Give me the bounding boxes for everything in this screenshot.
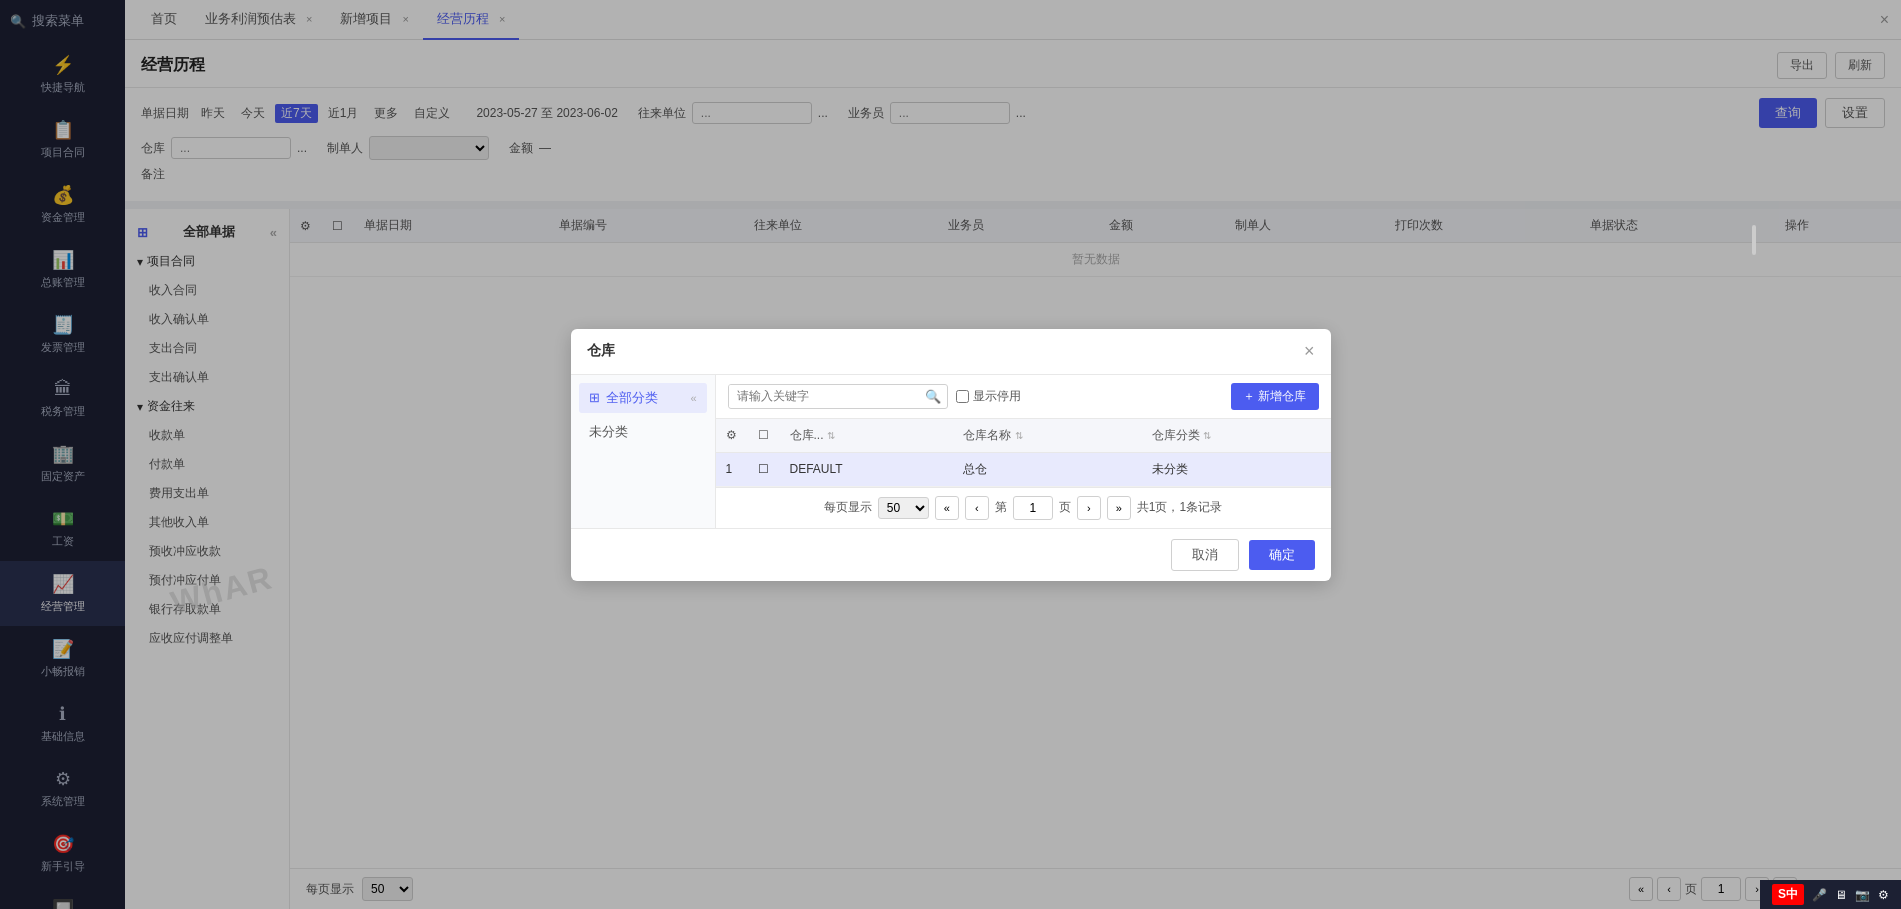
row-category: 未分类 bbox=[1142, 452, 1331, 486]
sort-category-icon[interactable]: ⇅ bbox=[1203, 430, 1211, 441]
category-all[interactable]: ⊞ 全部分类 « bbox=[579, 383, 707, 413]
modal-right-panel: 🔍 显示停用 ＋ 新增仓库 ⚙ ☐ bbox=[716, 375, 1331, 528]
category-all-icon: ⊞ bbox=[589, 390, 600, 405]
modal-footer: 取消 确定 bbox=[571, 528, 1331, 581]
gear-icon-status[interactable]: ⚙ bbox=[1878, 888, 1889, 902]
search-input[interactable] bbox=[729, 385, 919, 407]
modal-col-check[interactable]: ☐ bbox=[748, 419, 780, 453]
modal-page-suffix: 页 bbox=[1059, 499, 1071, 516]
modal-page-label: 第 bbox=[995, 499, 1007, 516]
modal-pagination: 每页显示 50 100 « ‹ 第 页 › » 共1页，1条记录 bbox=[716, 487, 1331, 528]
mic-icon[interactable]: 🎤 bbox=[1812, 888, 1827, 902]
modal-total: 共1页，1条记录 bbox=[1137, 499, 1222, 516]
search-box: 🔍 bbox=[728, 384, 948, 409]
modal-col-name: 仓库名称 ⇅ bbox=[953, 419, 1142, 453]
show-disabled-checkbox[interactable] bbox=[956, 390, 969, 403]
show-disabled-label[interactable]: 显示停用 bbox=[956, 388, 1021, 405]
modal-col-category: 仓库分类 ⇅ bbox=[1142, 419, 1331, 453]
row-code: DEFAULT bbox=[780, 452, 954, 486]
row-name: 总仓 bbox=[953, 452, 1142, 486]
search-icon[interactable]: 🔍 bbox=[919, 385, 947, 408]
collapse-left-icon[interactable]: « bbox=[690, 392, 696, 404]
add-warehouse-button[interactable]: ＋ 新增仓库 bbox=[1231, 383, 1318, 410]
category-all-label: 全部分类 bbox=[606, 389, 658, 407]
row-num: 1 bbox=[716, 452, 748, 486]
status-logo: S中 bbox=[1772, 884, 1804, 905]
sort-name-icon[interactable]: ⇅ bbox=[1015, 430, 1023, 441]
modal-last-page[interactable]: » bbox=[1107, 496, 1131, 520]
warehouse-modal: 仓库 × ⊞ 全部分类 « 未分类 bbox=[571, 329, 1331, 581]
status-bar: S中 🎤 🖥 📷 ⚙ bbox=[1760, 880, 1901, 909]
warehouse-table-row[interactable]: 1 ☐ DEFAULT 总仓 未分类 bbox=[716, 452, 1331, 486]
modal-toolbar: 🔍 显示停用 ＋ 新增仓库 bbox=[716, 375, 1331, 419]
modal-prev-page[interactable]: ‹ bbox=[965, 496, 989, 520]
modal-col-settings[interactable]: ⚙ bbox=[716, 419, 748, 453]
modal-category-panel: ⊞ 全部分类 « 未分类 bbox=[571, 375, 716, 528]
modal-table: ⚙ ☐ 仓库... ⇅ 仓库名称 ⇅ bbox=[716, 419, 1331, 487]
modal-overlay: 仓库 × ⊞ 全部分类 « 未分类 bbox=[0, 0, 1901, 909]
modal-per-page-select[interactable]: 50 100 bbox=[878, 497, 929, 519]
camera-icon[interactable]: 📷 bbox=[1855, 888, 1870, 902]
modal-title: 仓库 bbox=[587, 342, 615, 360]
modal-page-input[interactable] bbox=[1013, 496, 1053, 520]
cancel-button[interactable]: 取消 bbox=[1171, 539, 1239, 571]
modal-col-code: 仓库... ⇅ bbox=[780, 419, 954, 453]
category-uncategorized[interactable]: 未分类 bbox=[579, 417, 707, 447]
confirm-button[interactable]: 确定 bbox=[1249, 540, 1315, 570]
modal-body: ⊞ 全部分类 « 未分类 🔍 bbox=[571, 375, 1331, 528]
modal-first-page[interactable]: « bbox=[935, 496, 959, 520]
screen-icon[interactable]: 🖥 bbox=[1835, 888, 1847, 902]
modal-next-page[interactable]: › bbox=[1077, 496, 1101, 520]
warehouse-table: ⚙ ☐ 仓库... ⇅ 仓库名称 ⇅ bbox=[716, 419, 1331, 487]
sort-code-icon[interactable]: ⇅ bbox=[827, 430, 835, 441]
category-uncategorized-label: 未分类 bbox=[589, 424, 628, 439]
show-disabled-text: 显示停用 bbox=[973, 388, 1021, 405]
modal-header: 仓库 × bbox=[571, 329, 1331, 375]
row-check[interactable]: ☐ bbox=[748, 452, 780, 486]
modal-per-page-label: 每页显示 bbox=[824, 499, 872, 516]
modal-close-icon[interactable]: × bbox=[1304, 341, 1315, 362]
